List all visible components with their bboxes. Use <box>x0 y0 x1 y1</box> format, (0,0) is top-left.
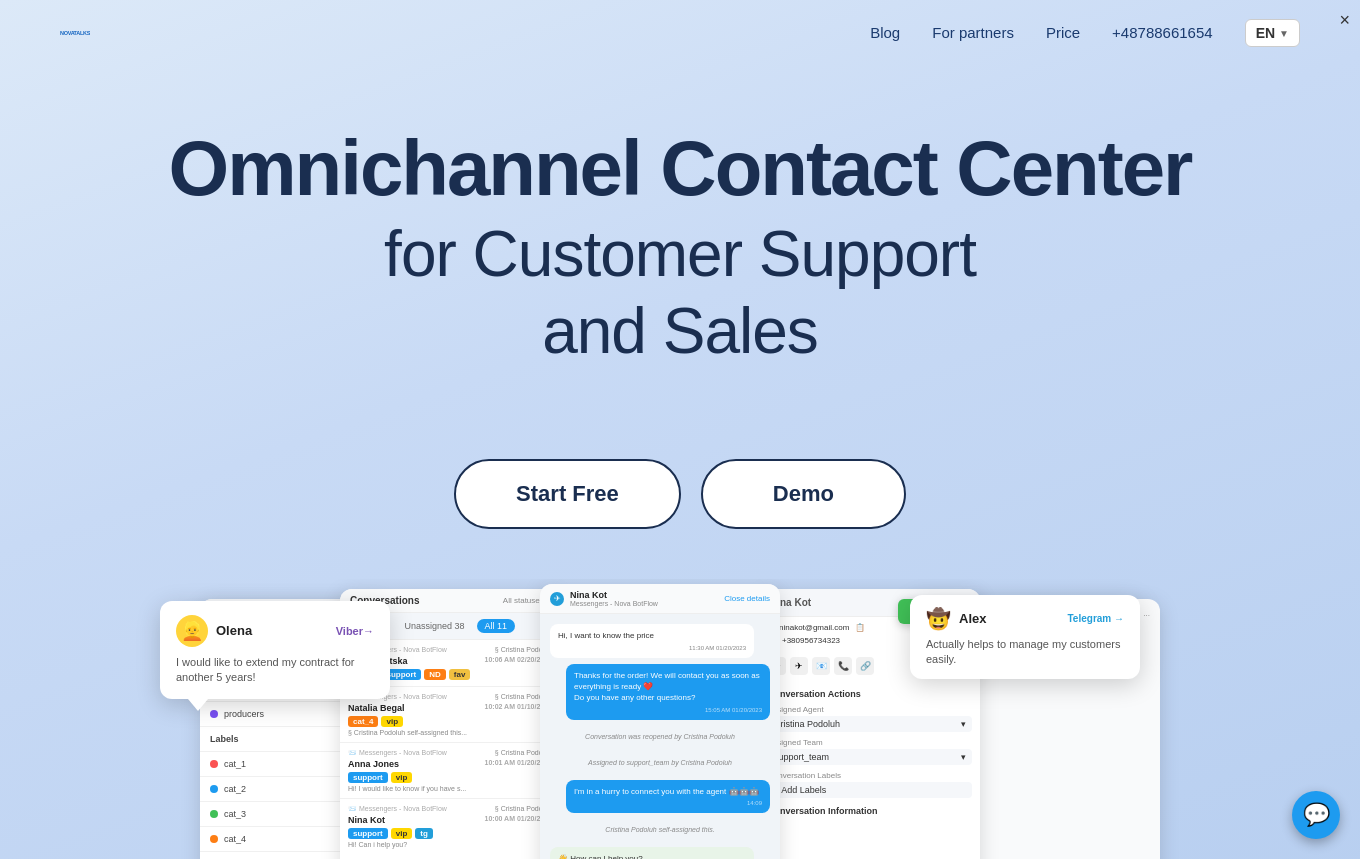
conv-item-3[interactable]: 📨 Messengers - Nova BotFlow § Cristina P… <box>340 743 560 799</box>
cta-buttons: Start Free Demo <box>0 459 1360 529</box>
nav-blog[interactable]: Blog <box>870 24 900 41</box>
chat-messages: Hi, I want to know the price11:30 AM 01/… <box>540 614 780 859</box>
telegram-icon: ✈ <box>550 592 564 606</box>
chat-panel: ✈ Nina Kot Messengers - Nova BotFlow Clo… <box>540 584 780 859</box>
close-details-btn[interactable]: Close details <box>724 594 770 603</box>
conv-item-4[interactable]: 📨 Messengers - Nova BotFlow § Cristina P… <box>340 799 560 854</box>
viber-popup: 👱 Olena Viber→ I would like to extend my… <box>160 601 390 700</box>
dashboard-preview: ● All Conversations Teams support_team c… <box>130 579 1230 859</box>
chat-widget-icon: 💬 <box>1303 802 1330 828</box>
alex-popup: 🤠 Alex Telegram → Actually helps to mana… <box>910 595 1140 680</box>
close-button[interactable]: × <box>1339 10 1350 31</box>
hero-section: Omnichannel Contact Center for Customer … <box>0 66 1360 409</box>
nav-partners[interactable]: For partners <box>932 24 1014 41</box>
chevron-down-icon: ▼ <box>1279 28 1289 39</box>
hero-subheadline: for Customer Support and Sales <box>20 216 1340 370</box>
nav-price[interactable]: Price <box>1046 24 1080 41</box>
avatar: 👱 <box>176 615 208 647</box>
language-selector[interactable]: EN ▼ <box>1245 19 1300 47</box>
start-free-button[interactable]: Start Free <box>454 459 681 529</box>
logo[interactable]: NOVA TALKS NOVATALKS <box>60 18 90 48</box>
navbar: NOVA TALKS NOVATALKS Blog For partners P… <box>0 0 1360 66</box>
svg-text:NOVA: NOVA <box>60 30 75 36</box>
svg-text:TALKS: TALKS <box>74 30 91 36</box>
demo-button[interactable]: Demo <box>701 459 906 529</box>
chat-widget-button[interactable]: 💬 <box>1292 791 1340 839</box>
nav-phone[interactable]: +48788661654 <box>1112 24 1213 41</box>
hero-headline: Omnichannel Contact Center <box>20 126 1340 212</box>
